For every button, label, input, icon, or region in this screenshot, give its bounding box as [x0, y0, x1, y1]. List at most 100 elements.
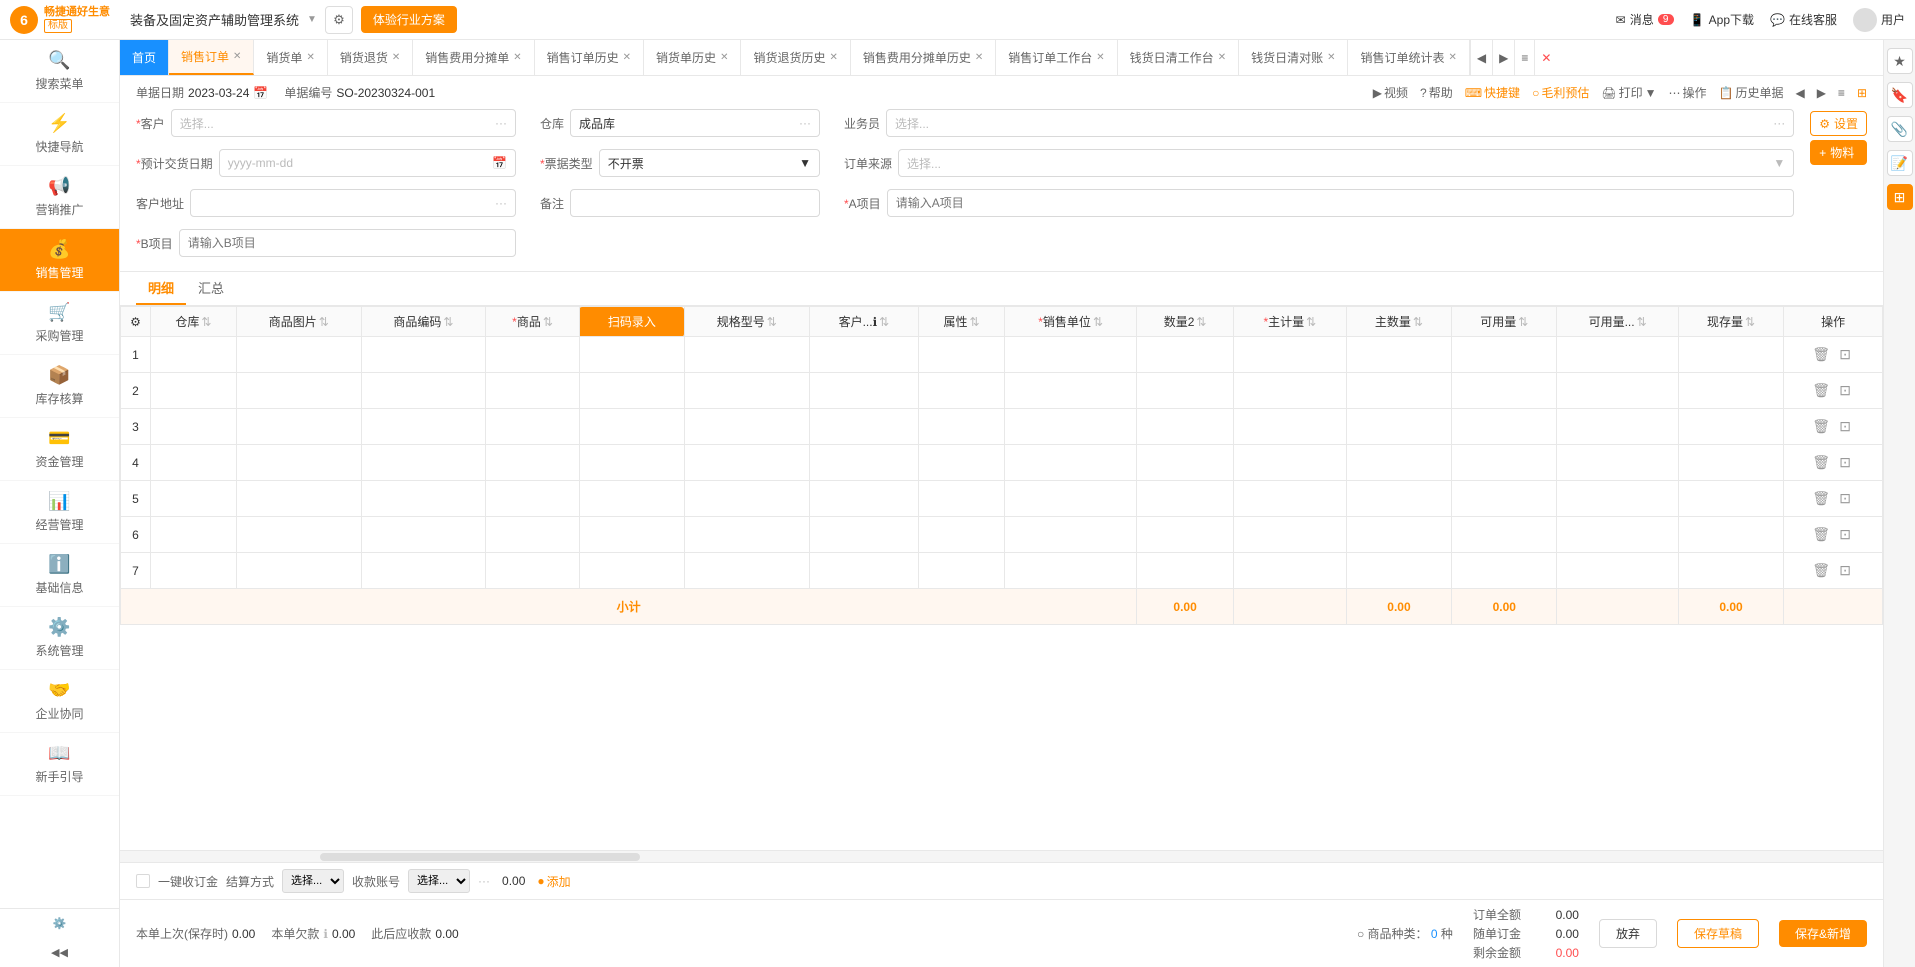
sidebar-item-base[interactable]: ℹ️ 基础信息 [0, 544, 119, 607]
row-3-product[interactable] [486, 409, 579, 445]
row-3-image[interactable] [236, 409, 361, 445]
row-1-attr[interactable] [919, 337, 1005, 373]
tab-close-9-icon[interactable]: ✕ [1096, 52, 1104, 63]
tab-expense[interactable]: 销售费用分摊单 ✕ [413, 40, 534, 75]
th-qty2[interactable]: 数量2⇅ [1137, 307, 1234, 337]
th-spec[interactable]: 规格型号⇅ [684, 307, 809, 337]
save-new-btn[interactable]: 保存&新增 [1779, 920, 1867, 947]
row-1-code[interactable] [361, 337, 486, 373]
row-5-copy-btn[interactable]: ⊡ [1835, 489, 1855, 509]
tab-menu-btn[interactable]: ≡ [1514, 40, 1534, 75]
invoice-input[interactable]: 不开票 ▼ [599, 149, 820, 177]
tab-prev-btn[interactable]: ◀ [1470, 40, 1492, 75]
sidebar-item-sales[interactable]: 💰 销售管理 [0, 229, 119, 292]
row-2-cc[interactable] [809, 373, 918, 409]
customer-input[interactable]: 选择... ··· [171, 109, 516, 137]
sidebar-item-marketing[interactable]: 📢 营销推广 [0, 166, 119, 229]
row-4-copy-btn[interactable]: ⊡ [1835, 453, 1855, 473]
tab-close-all-btn[interactable]: ✕ [1534, 40, 1557, 75]
nav-prev-btn[interactable]: ◀ [1795, 86, 1804, 100]
row-3-scan[interactable] [579, 409, 684, 445]
row-3-mq[interactable] [1346, 409, 1451, 445]
row-3-unit[interactable] [1004, 409, 1136, 445]
row-7-delete-btn[interactable]: 🗑 [1811, 561, 1831, 581]
row-3-avail2[interactable] [1557, 409, 1678, 445]
tab-next-btn[interactable]: ▶ [1492, 40, 1514, 75]
rsp-btn-2[interactable]: 🔖 [1887, 82, 1913, 108]
sidebar-item-purchase[interactable]: 🛒 采购管理 [0, 292, 119, 355]
grid-view-btn[interactable]: ⊞ [1857, 86, 1867, 100]
tab-close-8-icon[interactable]: ✕ [975, 52, 983, 63]
tab-cash-workbench[interactable]: 钱货日清工作台 ✕ [1118, 40, 1239, 75]
row-1-qty2[interactable] [1137, 337, 1234, 373]
discard-btn[interactable]: 放弃 [1599, 919, 1657, 948]
system-settings-btn[interactable]: ⚙ [325, 6, 353, 34]
sidebar-settings-btn[interactable]: ⚙️ [0, 909, 119, 938]
row-3-copy-btn[interactable]: ⊡ [1835, 417, 1855, 437]
b-project-input[interactable] [179, 229, 516, 257]
row-7-copy-btn[interactable]: ⊡ [1835, 561, 1855, 581]
row-2-product[interactable] [486, 373, 579, 409]
tab-return[interactable]: 销货退货 ✕ [328, 40, 413, 75]
app-download-btn[interactable]: 📱 App下载 [1690, 11, 1754, 28]
tab-detail[interactable]: 明细 [136, 272, 186, 305]
row-2-mu[interactable] [1233, 373, 1346, 409]
settlement-select[interactable]: 选择... [282, 869, 344, 893]
messages-btn[interactable]: ✉ 消息 9 [1616, 11, 1674, 28]
scrollbar-thumb[interactable] [320, 853, 640, 861]
address-input[interactable]: ··· [190, 189, 516, 217]
row-2-warehouse[interactable] [151, 373, 237, 409]
add-goods-btn[interactable]: + 物料 [1810, 140, 1867, 165]
row-2-delete-btn[interactable]: 🗑 [1811, 381, 1831, 401]
online-support-btn[interactable]: 💬 在线客服 [1770, 11, 1837, 28]
row-1-mq[interactable] [1346, 337, 1451, 373]
row-1-stock[interactable] [1678, 337, 1783, 373]
th-available[interactable]: 可用量⇅ [1452, 307, 1557, 337]
tab-home[interactable]: 首页 [120, 40, 169, 75]
th-attribute[interactable]: 属性⇅ [919, 307, 1005, 337]
a-project-input[interactable] [887, 189, 1795, 217]
rsp-btn-4[interactable]: 📝 [1887, 150, 1913, 176]
system-dropdown-arrow[interactable]: ▼ [307, 14, 317, 25]
industry-btn[interactable]: 体验行业方案 [361, 6, 457, 33]
sidebar-item-inventory[interactable]: 📦 库存核算 [0, 355, 119, 418]
row-3-spec[interactable] [684, 409, 809, 445]
row-1-scan[interactable] [579, 337, 684, 373]
list-view-btn[interactable]: ≡ [1838, 86, 1845, 100]
tab-return-history[interactable]: 销货退货历史 ✕ [741, 40, 850, 75]
row-3-qty2[interactable] [1137, 409, 1234, 445]
tab-close-4-icon[interactable]: ✕ [513, 52, 521, 63]
delivery-calendar-icon[interactable]: 📅 [492, 156, 507, 170]
th-available2[interactable]: 可用量...⇅ [1557, 307, 1678, 337]
th-customer-code[interactable]: 客户...ℹ⇅ [809, 307, 918, 337]
settings-btn[interactable]: ⚙ 设置 [1810, 111, 1867, 136]
row-1-mu[interactable] [1233, 337, 1346, 373]
sidebar-item-operations[interactable]: 📊 经营管理 [0, 481, 119, 544]
rsp-btn-3[interactable]: 📎 [1887, 116, 1913, 142]
remark-input[interactable] [570, 189, 820, 217]
row-3-cc[interactable] [809, 409, 918, 445]
row-1-unit[interactable] [1004, 337, 1136, 373]
th-settings[interactable]: ⚙ [121, 307, 151, 337]
sidebar-item-collab[interactable]: 🤝 企业协同 [0, 670, 119, 733]
rsp-btn-1[interactable]: ★ [1887, 48, 1913, 74]
row-3-mu[interactable] [1233, 409, 1346, 445]
row-2-code[interactable] [361, 373, 486, 409]
row-1-product[interactable] [486, 337, 579, 373]
th-main-unit[interactable]: *主计量⇅ [1233, 307, 1346, 337]
row-3-delete-btn[interactable]: 🗑 [1811, 417, 1831, 437]
add-payment-btn[interactable]: ● 添加 [537, 873, 570, 890]
th-main-qty[interactable]: 主数量⇅ [1346, 307, 1451, 337]
tab-close-10-icon[interactable]: ✕ [1218, 52, 1226, 63]
tab-sales-order[interactable]: 销售订单 ✕ [169, 40, 254, 75]
user-menu-btn[interactable]: 用户 [1853, 8, 1905, 32]
tab-close-12-icon[interactable]: ✕ [1449, 52, 1457, 63]
row-2-spec[interactable] [684, 373, 809, 409]
sidebar-item-guide[interactable]: 📖 新手引导 [0, 733, 119, 796]
row-6-copy-btn[interactable]: ⊡ [1835, 525, 1855, 545]
warehouse-input[interactable]: 成品库 ··· [570, 109, 820, 137]
row-3-attr[interactable] [919, 409, 1005, 445]
row-1-avail2[interactable] [1557, 337, 1678, 373]
tab-sales[interactable]: 销货单 ✕ [254, 40, 327, 75]
th-stock[interactable]: 现存量⇅ [1678, 307, 1783, 337]
